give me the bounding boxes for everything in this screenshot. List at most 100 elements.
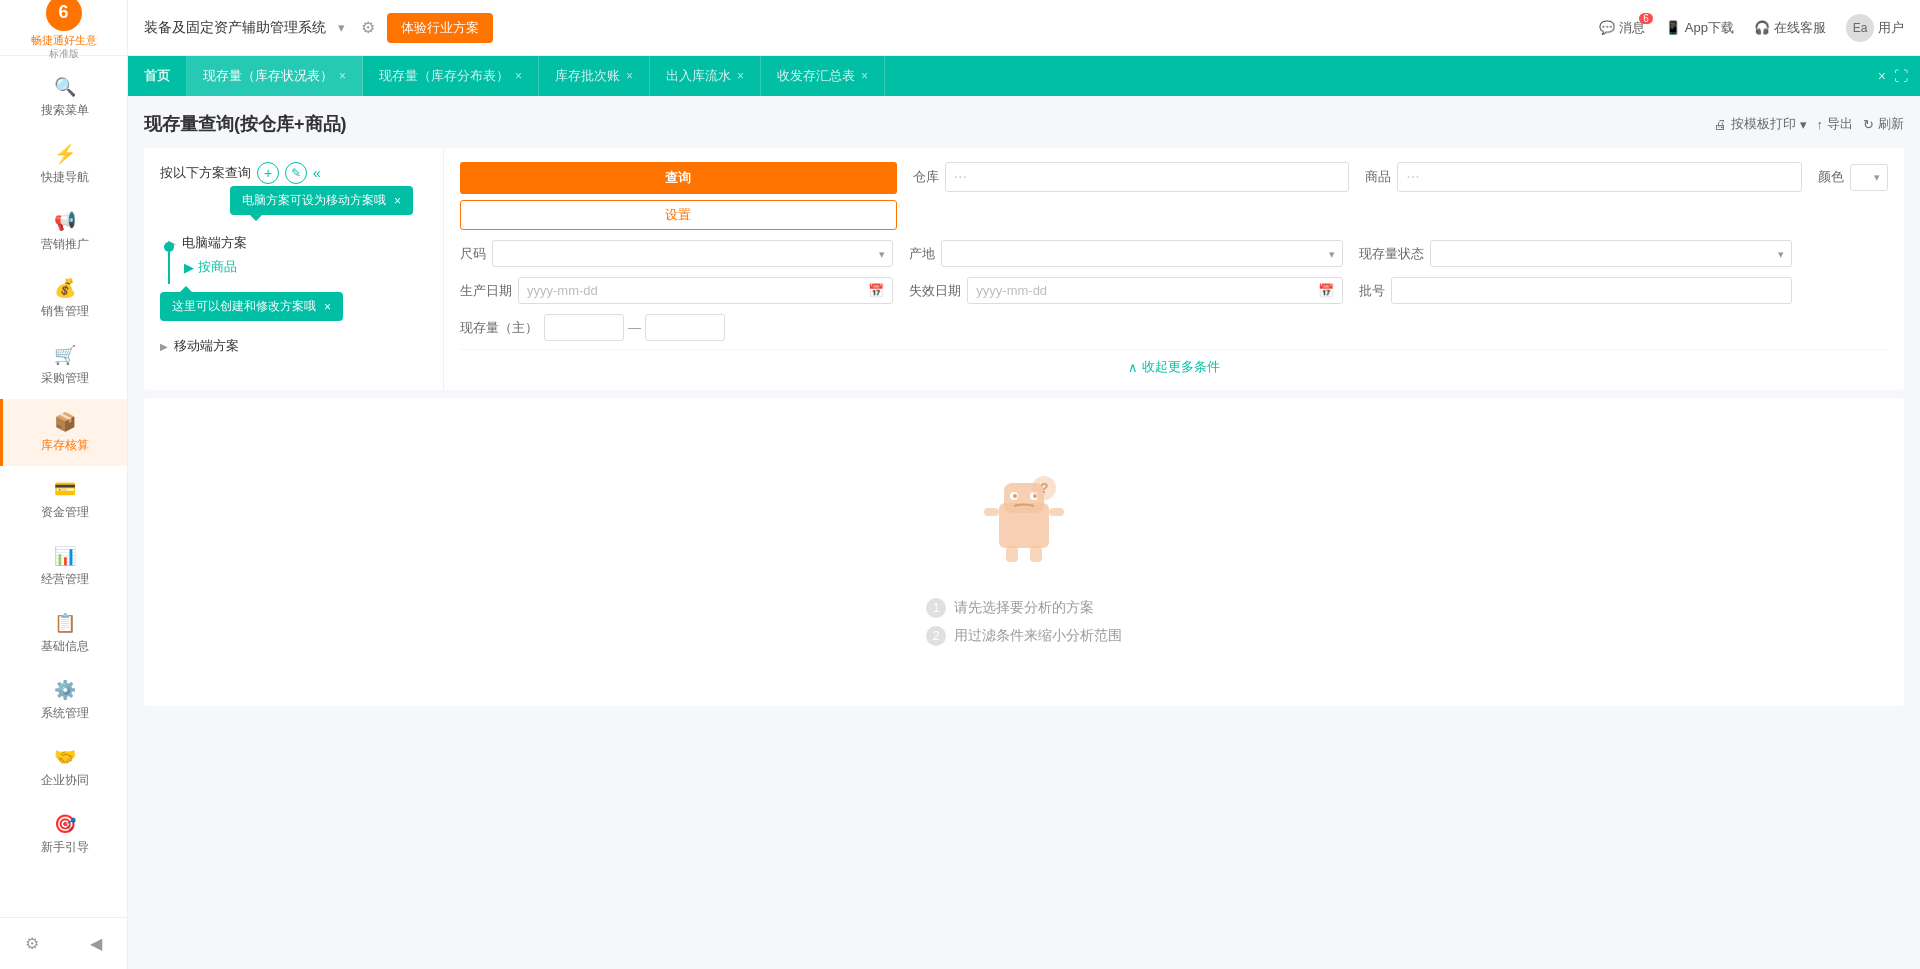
scheme-arrow-btn[interactable]: « xyxy=(313,165,321,181)
settings-bottom-btn[interactable]: ⚙ xyxy=(21,930,43,957)
page-title-bar: 现存量查询(按仓库+商品) 🖨 按模板打印 ▾ ↑ 导出 ↻ 刷新 xyxy=(144,112,1904,136)
sidebar-item-search-label: 搜索菜单 xyxy=(41,102,89,119)
size-select[interactable] xyxy=(492,240,893,267)
sidebar-item-quick-nav[interactable]: ⚡ 快捷导航 xyxy=(0,131,127,198)
inventory-min-input[interactable] xyxy=(544,314,624,341)
expire-date-input-wrapper[interactable]: yyyy-mm-dd 📅 xyxy=(967,277,1342,304)
empty-hints: 1 请先选择要分析的方案 2 用过滤条件来缩小分析范围 xyxy=(926,598,1122,646)
online-support-btn[interactable]: 🎧 在线客服 xyxy=(1754,19,1826,37)
hint-num-2: 2 xyxy=(926,626,946,646)
print-btn[interactable]: 🖨 按模板打印 ▾ xyxy=(1714,115,1807,133)
export-icon: ↑ xyxy=(1817,117,1824,132)
app-download-btn[interactable]: 📱 App下载 xyxy=(1665,19,1734,37)
sidebar-item-capital-label: 资金管理 xyxy=(41,504,89,521)
set-btn[interactable]: 设置 xyxy=(460,200,897,230)
scheme-mobile-header[interactable]: ▶ 移动端方案 xyxy=(160,337,427,355)
tab-batch[interactable]: 库存批次账 × xyxy=(539,56,650,96)
add-scheme-btn[interactable]: + xyxy=(257,162,279,184)
inventory-main-field: 现存量（主） — xyxy=(460,314,893,341)
tab-home[interactable]: 首页 xyxy=(128,56,187,96)
tab-receive-summary-close[interactable]: × xyxy=(861,69,868,83)
money-icon: 💰 xyxy=(54,277,76,299)
sidebar-item-sales[interactable]: 💰 销售管理 xyxy=(0,265,127,332)
tab-inventory-status-close[interactable]: × xyxy=(339,69,346,83)
hint-1: 1 请先选择要分析的方案 xyxy=(926,598,1122,618)
sidebar-item-marketing[interactable]: 📢 营销推广 xyxy=(0,198,127,265)
sidebar-item-enterprise[interactable]: 🤝 企业协同 xyxy=(0,734,127,801)
tab-inventory-dist-close[interactable]: × xyxy=(515,69,522,83)
tab-batch-label: 库存批次账 xyxy=(555,67,620,85)
empty-illustration: ? xyxy=(964,458,1084,578)
tab-inout-flow-close[interactable]: × xyxy=(737,69,744,83)
tooltip-create-close[interactable]: × xyxy=(324,300,331,314)
goods-input-wrapper[interactable]: ··· xyxy=(1397,162,1802,192)
tab-inventory-dist[interactable]: 现存量（库存分布表） × xyxy=(363,56,539,96)
search-btn[interactable]: 查询 xyxy=(460,162,897,194)
tab-receive-summary[interactable]: 收发存汇总表 × xyxy=(761,56,885,96)
refresh-icon: ↻ xyxy=(1863,117,1874,132)
sidebar-item-guide[interactable]: 🎯 新手引导 xyxy=(0,801,127,868)
filter-header: 按以下方案查询 + ✎ « xyxy=(160,162,427,184)
expire-date-placeholder: yyyy-mm-dd xyxy=(976,283,1047,298)
inventory-max-input[interactable] xyxy=(645,314,725,341)
expire-date-label: 失效日期 xyxy=(909,282,961,300)
tab-close-all-btn[interactable]: × xyxy=(1878,68,1886,84)
system-name: 装备及固定资产辅助管理系统 xyxy=(144,19,326,37)
settings-icon[interactable]: ⚙ xyxy=(361,18,375,37)
warehouse-field: 仓库 ··· xyxy=(913,162,1350,192)
hint-text-1: 请先选择要分析的方案 xyxy=(954,599,1094,617)
edit-scheme-btn[interactable]: ✎ xyxy=(285,162,307,184)
sidebar-menu: 🔍 搜索菜单 ⚡ 快捷导航 📢 营销推广 💰 销售管理 🛒 采购管理 📦 库存核… xyxy=(0,56,127,917)
tooltip-pc-close[interactable]: × xyxy=(394,194,401,208)
refresh-btn[interactable]: ↻ 刷新 xyxy=(1863,115,1904,133)
tooltip-create-scheme: 这里可以创建和修改方案哦 × xyxy=(160,292,343,321)
produce-date-input-wrapper[interactable]: yyyy-mm-dd 📅 xyxy=(518,277,893,304)
tab-inventory-status[interactable]: 现存量（库存状况表） × xyxy=(187,56,363,96)
messages-btn[interactable]: 💬 消息 6 xyxy=(1599,19,1645,37)
app-download-label: App下载 xyxy=(1685,19,1734,37)
batch-no-input[interactable] xyxy=(1391,277,1792,304)
scheme-pc-header[interactable]: ▶ 电脑端方案 xyxy=(168,234,427,252)
export-btn[interactable]: ↑ 导出 xyxy=(1817,115,1854,133)
user-label: 用户 xyxy=(1878,19,1904,37)
tab-inout-flow[interactable]: 出入库流水 × xyxy=(650,56,761,96)
tab-fullscreen-btn[interactable]: ⛶ xyxy=(1894,68,1908,84)
tab-batch-close[interactable]: × xyxy=(626,69,633,83)
hint-text-2: 用过滤条件来缩小分析范围 xyxy=(954,627,1122,645)
sidebar-item-ops[interactable]: 📊 经营管理 xyxy=(0,533,127,600)
collapse-sidebar-btn[interactable]: ◀ xyxy=(86,930,106,957)
collapse-more-btn[interactable]: ∧ 收起更多条件 xyxy=(460,349,1888,376)
scheme-by-goods[interactable]: ▶ 按商品 xyxy=(184,256,427,278)
header-right: 💬 消息 6 📱 App下载 🎧 在线客服 Ea 用户 xyxy=(1599,14,1904,42)
filter-wrapper: 按以下方案查询 + ✎ « 电脑方案可设为移动方案哦 × ▶ 电脑端方案 xyxy=(144,148,1904,390)
tooltip-create-text: 这里可以创建和修改方案哦 xyxy=(172,298,316,315)
warehouse-input-wrapper[interactable]: ··· xyxy=(945,162,1350,192)
sidebar-item-inventory[interactable]: 📦 库存核算 xyxy=(0,399,127,466)
user-btn[interactable]: Ea 用户 xyxy=(1846,14,1904,42)
inv-status-select[interactable] xyxy=(1430,240,1792,267)
color-select[interactable] xyxy=(1850,164,1888,191)
svg-text:?: ? xyxy=(1040,480,1049,496)
gear-icon: ⚙️ xyxy=(54,679,76,701)
batch-no-label: 批号 xyxy=(1359,282,1385,300)
scheme-sub-items: ▶ 按商品 xyxy=(184,256,427,278)
color-label: 颜色 xyxy=(1818,168,1844,186)
inventory-range: — xyxy=(544,314,893,341)
system-select-chevron[interactable]: ▾ xyxy=(338,20,345,35)
inv-status-select-wrapper: ▾ xyxy=(1430,240,1792,267)
sidebar-item-search[interactable]: 🔍 搜索菜单 xyxy=(0,64,127,131)
sidebar-item-capital[interactable]: 💳 资金管理 xyxy=(0,466,127,533)
sidebar-item-purchase[interactable]: 🛒 采购管理 xyxy=(0,332,127,399)
industry-plan-btn[interactable]: 体验行业方案 xyxy=(387,13,493,43)
origin-select[interactable] xyxy=(941,240,1342,267)
sidebar-item-basic[interactable]: 📋 基础信息 xyxy=(0,600,127,667)
sidebar-logo: 6 畅捷通好生意 标准版 xyxy=(0,0,127,56)
print-label: 按模板打印 xyxy=(1731,115,1796,133)
sidebar-item-basic-label: 基础信息 xyxy=(41,638,89,655)
color-field: 颜色 ▾ xyxy=(1818,164,1888,191)
sidebar-item-inventory-label: 库存核算 xyxy=(41,437,89,454)
sidebar-item-system[interactable]: ⚙️ 系统管理 xyxy=(0,667,127,734)
svg-rect-8 xyxy=(1006,546,1018,562)
tab-receive-summary-label: 收发存汇总表 xyxy=(777,67,855,85)
scheme-panel: 按以下方案查询 + ✎ « 电脑方案可设为移动方案哦 × ▶ 电脑端方案 xyxy=(144,148,444,390)
